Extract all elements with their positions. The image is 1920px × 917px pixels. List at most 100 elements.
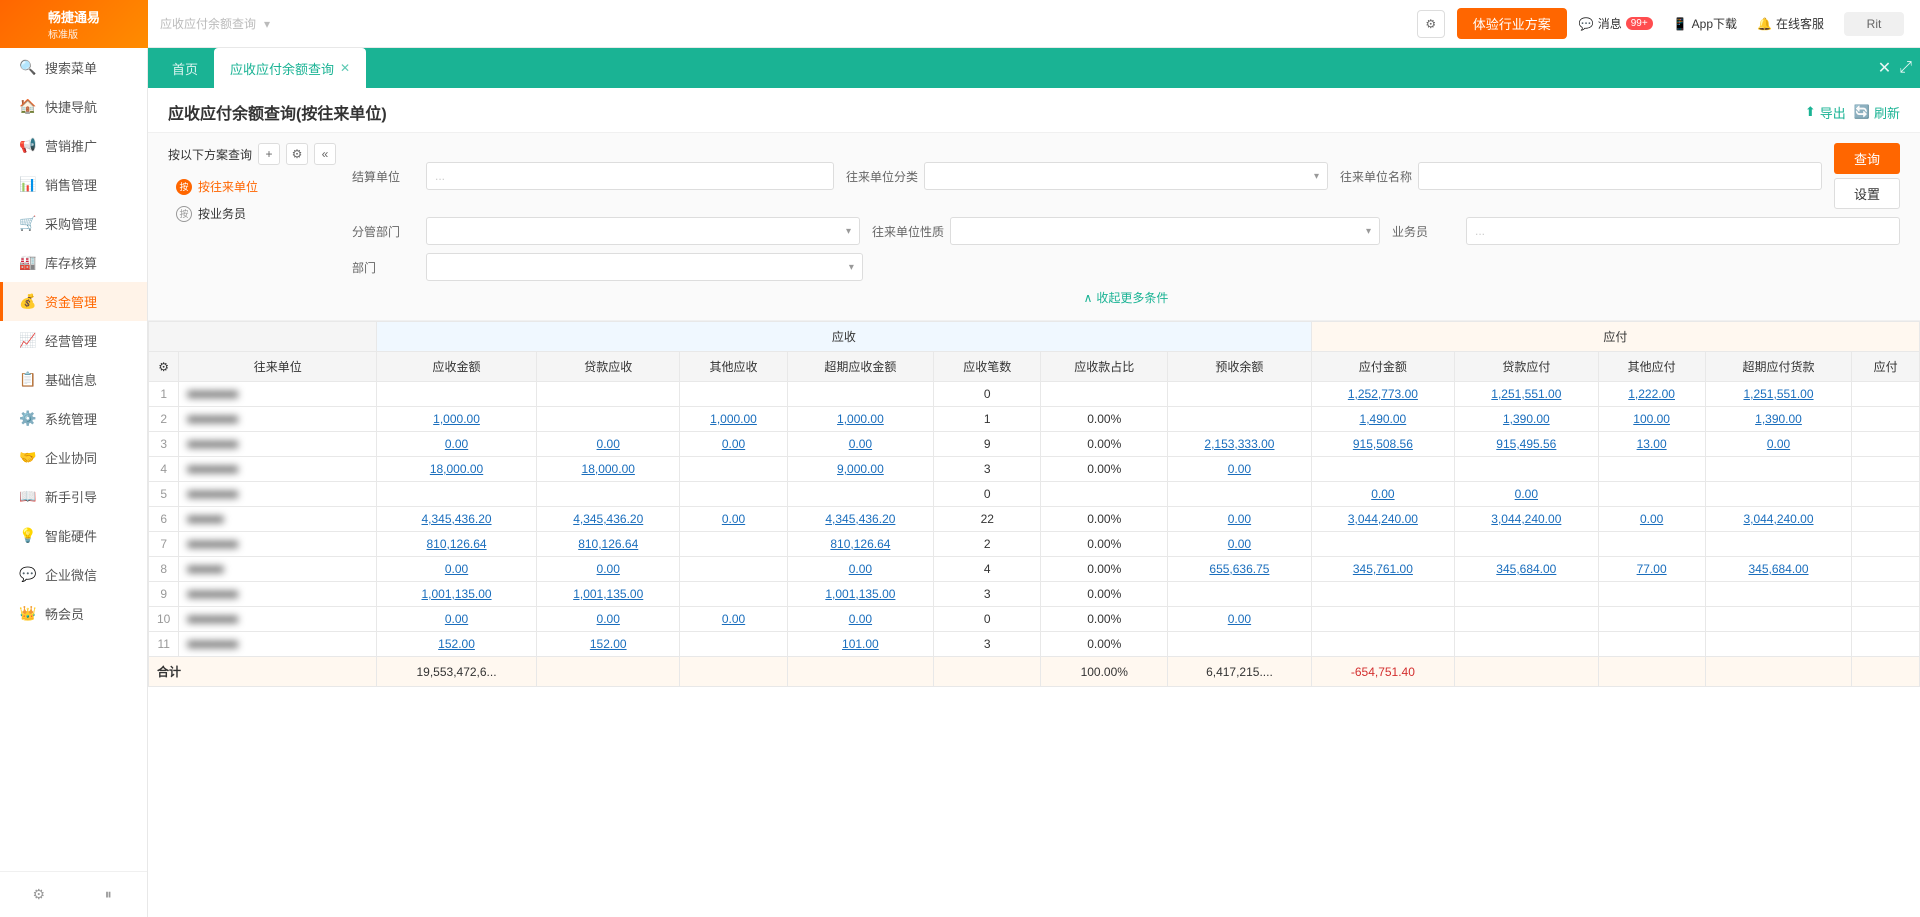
th-gear[interactable]: ⚙	[149, 352, 179, 382]
row-ap-loan[interactable]: 915,495.56	[1455, 432, 1598, 457]
sidebar-item-0[interactable]: 🔍搜索菜单	[0, 48, 147, 87]
sidebar-item-2[interactable]: 📢营销推广	[0, 126, 147, 165]
row-ar-loan[interactable]: 0.00	[537, 607, 680, 632]
row-ar-amount[interactable]: 152.00	[377, 632, 537, 657]
row-ar-other[interactable]: 0.00	[680, 507, 787, 532]
sidebar-item-6[interactable]: 💰资金管理	[0, 282, 147, 321]
row-ar-prepay[interactable]: 0.00	[1168, 532, 1311, 557]
row-ap-overdue[interactable]: 345,684.00	[1705, 557, 1852, 582]
row-ar-amount[interactable]: 0.00	[377, 607, 537, 632]
row-ap-other[interactable]: 0.00	[1598, 507, 1705, 532]
row-ar-other[interactable]: 1,000.00	[680, 407, 787, 432]
sidebar-item-1[interactable]: 🏠快捷导航	[0, 87, 147, 126]
tab-maximize-button[interactable]: ⤢	[1899, 59, 1912, 77]
row-ar-prepay[interactable]: 655,636.75	[1168, 557, 1311, 582]
row-ar-amount[interactable]: 18,000.00	[377, 457, 537, 482]
tab-minimize-button[interactable]: ✕	[1878, 58, 1891, 78]
sidebar-item-3[interactable]: 📊销售管理	[0, 165, 147, 204]
row-ar-other[interactable]: 0.00	[680, 607, 787, 632]
sidebar-item-14[interactable]: 👑畅会员	[0, 594, 147, 633]
gear-button[interactable]: ⚙	[1417, 10, 1445, 38]
export-button[interactable]: ⬆ 导出	[1805, 103, 1846, 122]
sidebar-item-9[interactable]: ⚙️系统管理	[0, 399, 147, 438]
sidebar-item-10[interactable]: 🤝企业协同	[0, 438, 147, 477]
settlement-unit-input[interactable]: ...	[426, 162, 834, 190]
row-ar-overdue[interactable]: 0.00	[787, 607, 934, 632]
tab-query[interactable]: 应收应付余额查询 ✕	[214, 48, 366, 88]
user-avatar[interactable]: Rit	[1844, 12, 1904, 36]
row-ap-loan[interactable]: 1,390.00	[1455, 407, 1598, 432]
row-ar-amount[interactable]: 4,345,436.20	[377, 507, 537, 532]
row-ar-other[interactable]: 0.00	[680, 432, 787, 457]
row-ar-prepay[interactable]: 0.00	[1168, 507, 1311, 532]
division-dept-input[interactable]: ▾	[426, 217, 860, 245]
online-service-button[interactable]: 🔔 在线客服	[1757, 15, 1824, 32]
collapse-scheme-button[interactable]: «	[314, 143, 336, 165]
row-ap-amount[interactable]: 915,508.56	[1311, 432, 1454, 457]
row-ap-amount[interactable]: 1,252,773.00	[1311, 382, 1454, 407]
row-ap-other[interactable]: 77.00	[1598, 557, 1705, 582]
sidebar-settings-button[interactable]: ⚙	[8, 880, 70, 909]
row-ap-overdue[interactable]: 3,044,240.00	[1705, 507, 1852, 532]
row-ap-amount[interactable]: 0.00	[1311, 482, 1454, 507]
row-ar-loan[interactable]: 152.00	[537, 632, 680, 657]
scheme-by-salesman[interactable]: 按 按业务员	[168, 200, 336, 227]
row-ar-overdue[interactable]: 4,345,436.20	[787, 507, 934, 532]
row-ap-amount[interactable]: 3,044,240.00	[1311, 507, 1454, 532]
row-ap-loan[interactable]: 345,684.00	[1455, 557, 1598, 582]
row-ap-overdue[interactable]: 1,390.00	[1705, 407, 1852, 432]
row-ar-prepay[interactable]: 0.00	[1168, 607, 1311, 632]
sidebar-item-5[interactable]: 🏭库存核算	[0, 243, 147, 282]
row-ar-amount[interactable]: 1,000.00	[377, 407, 537, 432]
salesman-input[interactable]: ...	[1466, 217, 1900, 245]
row-ap-overdue[interactable]: 0.00	[1705, 432, 1852, 457]
row-ap-amount[interactable]: 345,761.00	[1311, 557, 1454, 582]
sidebar-item-11[interactable]: 📖新手引导	[0, 477, 147, 516]
row-ar-overdue[interactable]: 0.00	[787, 557, 934, 582]
unit-category-input[interactable]: ▾	[924, 162, 1328, 190]
row-ar-overdue[interactable]: 810,126.64	[787, 532, 934, 557]
unit-nature-input[interactable]: ▾	[950, 217, 1380, 245]
row-ar-loan[interactable]: 0.00	[537, 432, 680, 457]
row-ar-prepay[interactable]: 2,153,333.00	[1168, 432, 1311, 457]
refresh-button[interactable]: 🔄 刷新	[1854, 103, 1900, 122]
trial-button[interactable]: 体验行业方案	[1457, 8, 1567, 39]
row-ar-amount[interactable]: 1,001,135.00	[377, 582, 537, 607]
row-ap-overdue[interactable]: 1,251,551.00	[1705, 382, 1852, 407]
row-ar-loan[interactable]: 810,126.64	[537, 532, 680, 557]
row-ar-overdue[interactable]: 9,000.00	[787, 457, 934, 482]
row-ar-overdue[interactable]: 1,000.00	[787, 407, 934, 432]
row-ar-overdue[interactable]: 101.00	[787, 632, 934, 657]
row-ar-amount[interactable]: 810,126.64	[377, 532, 537, 557]
add-scheme-button[interactable]: +	[258, 143, 280, 165]
row-ar-amount[interactable]: 0.00	[377, 432, 537, 457]
row-ar-loan[interactable]: 0.00	[537, 557, 680, 582]
row-ar-overdue[interactable]: 0.00	[787, 432, 934, 457]
set-button[interactable]: 设置	[1834, 178, 1900, 209]
row-ar-loan[interactable]: 18,000.00	[537, 457, 680, 482]
tab-home[interactable]: 首页	[156, 48, 214, 88]
row-ap-other[interactable]: 1,222.00	[1598, 382, 1705, 407]
sidebar-item-13[interactable]: 💬企业微信	[0, 555, 147, 594]
row-ap-other[interactable]: 100.00	[1598, 407, 1705, 432]
tab-close-icon[interactable]: ✕	[340, 61, 350, 75]
row-ar-amount[interactable]: 0.00	[377, 557, 537, 582]
row-ar-loan[interactable]: 4,345,436.20	[537, 507, 680, 532]
sidebar-collapse-button[interactable]: ⏸	[78, 880, 140, 909]
row-ar-prepay[interactable]: 0.00	[1168, 457, 1311, 482]
dept-input[interactable]: ▾	[426, 253, 863, 281]
collapse-button[interactable]: ∧ 收起更多条件	[1084, 285, 1169, 310]
app-download-button[interactable]: 📱 App下载	[1673, 15, 1737, 32]
sidebar-item-8[interactable]: 📋基础信息	[0, 360, 147, 399]
sidebar-item-12[interactable]: 💡智能硬件	[0, 516, 147, 555]
sidebar-item-7[interactable]: 📈经营管理	[0, 321, 147, 360]
unit-name-input[interactable]	[1418, 162, 1822, 190]
row-ap-loan[interactable]: 0.00	[1455, 482, 1598, 507]
row-ap-loan[interactable]: 3,044,240.00	[1455, 507, 1598, 532]
messages-button[interactable]: 💬 消息 99+	[1579, 15, 1653, 32]
sidebar-item-4[interactable]: 🛒采购管理	[0, 204, 147, 243]
row-ap-loan[interactable]: 1,251,551.00	[1455, 382, 1598, 407]
row-ap-other[interactable]: 13.00	[1598, 432, 1705, 457]
row-ar-overdue[interactable]: 1,001,135.00	[787, 582, 934, 607]
row-ap-amount[interactable]: 1,490.00	[1311, 407, 1454, 432]
